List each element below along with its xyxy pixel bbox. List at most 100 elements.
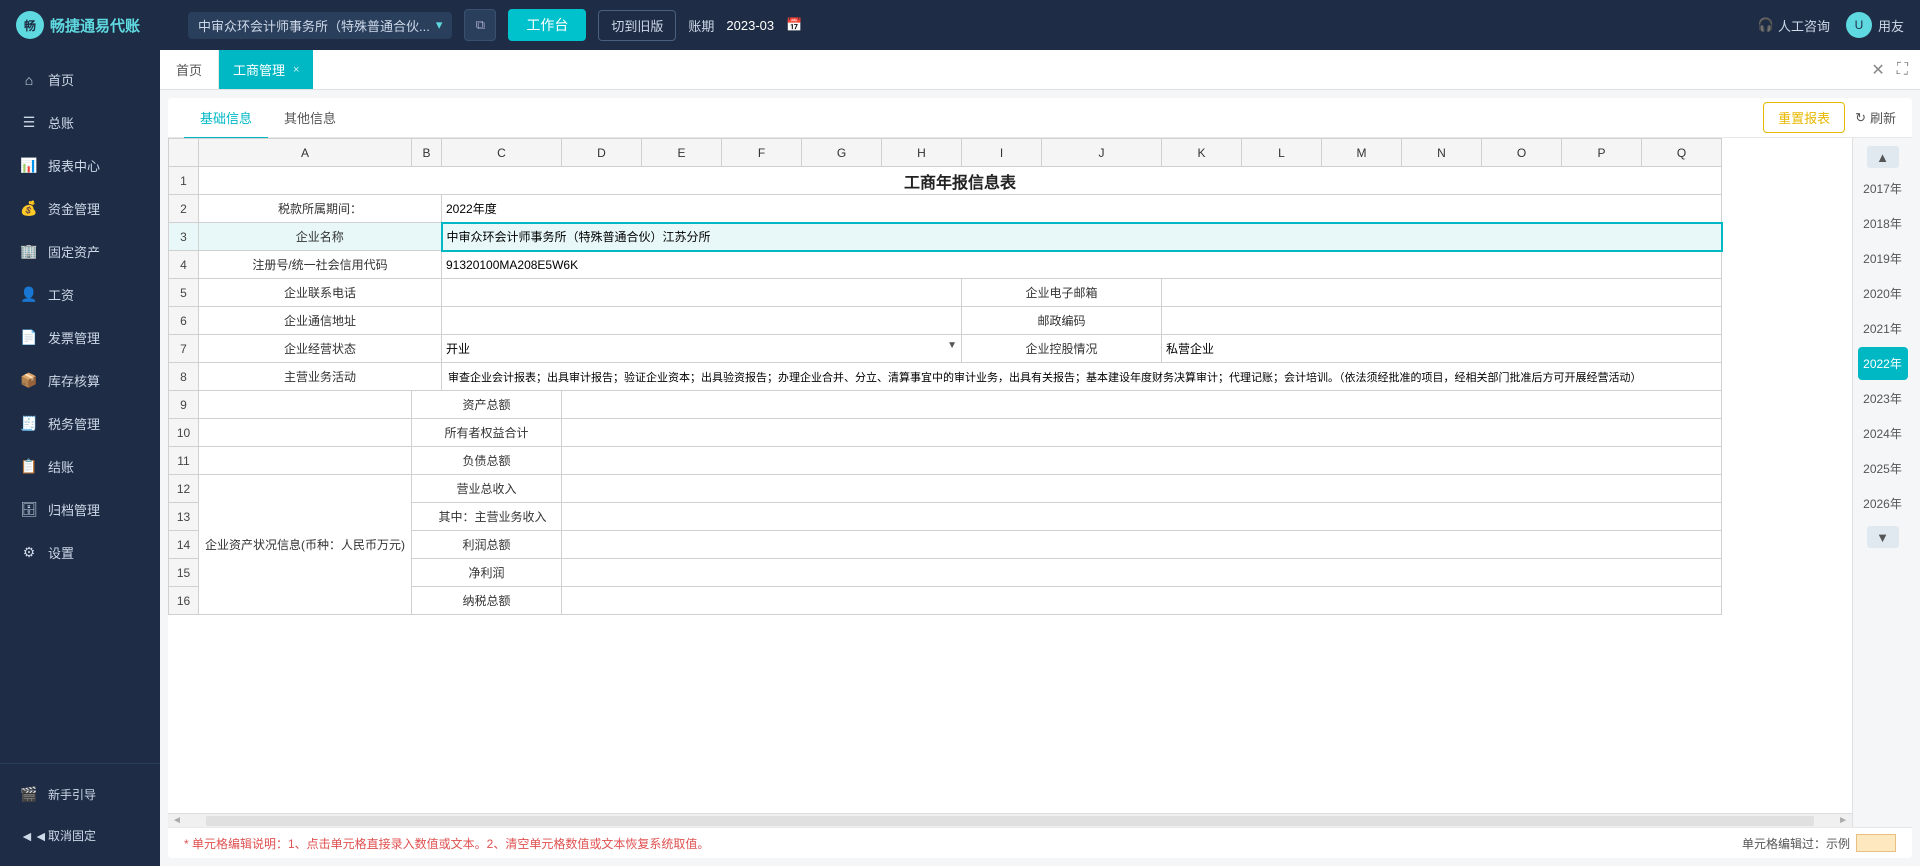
phone-label: 企业联系电话 — [199, 279, 442, 307]
sidebar-label-guide: 新手引导 — [48, 786, 96, 803]
refresh-button[interactable]: ↻ 刷新 — [1855, 108, 1896, 127]
row-num-8: 8 — [169, 363, 199, 391]
col-a[interactable]: A — [199, 139, 412, 167]
total-assets-value[interactable] — [562, 391, 1722, 419]
sidebar-item-ledger[interactable]: ☰ 总账 — [0, 101, 160, 144]
spreadsheet-area: A B C D E F G H I J — [168, 138, 1852, 827]
col-b[interactable]: B — [412, 139, 442, 167]
tab-other-info[interactable]: 其他信息 — [268, 98, 352, 139]
expand-icon[interactable]: ⛶ — [1897, 61, 1908, 79]
col-p[interactable]: P — [1562, 139, 1642, 167]
sidebar-item-reports[interactable]: 📊 报表中心 — [0, 144, 160, 187]
year-2023[interactable]: 2023年 — [1858, 382, 1908, 415]
col-i[interactable]: I — [962, 139, 1042, 167]
col-l[interactable]: L — [1242, 139, 1322, 167]
reset-report-button[interactable]: 重置报表 — [1763, 102, 1845, 133]
year-2025[interactable]: 2025年 — [1858, 452, 1908, 485]
sidebar-item-guide[interactable]: 🎬 新手引导 — [0, 774, 160, 815]
invoice-icon: 📄 — [20, 329, 38, 346]
holding-label: 企业控股情况 — [962, 335, 1162, 363]
tab-close-button[interactable]: × — [293, 64, 299, 76]
tab-home[interactable]: 首页 — [160, 50, 219, 89]
group-cell-9 — [199, 391, 412, 419]
sidebar-item-unpin[interactable]: ◄◄ 取消固定 — [0, 815, 160, 856]
col-g[interactable]: G — [802, 139, 882, 167]
app-name: 畅捷通易代账 — [50, 15, 140, 36]
col-c[interactable]: C — [442, 139, 562, 167]
tab-active[interactable]: 工商管理 × — [219, 50, 313, 89]
horizontal-scrollbar[interactable]: ◄ ► — [168, 813, 1852, 827]
period-value-cell[interactable]: 2022年度 — [442, 195, 1722, 223]
year-2024[interactable]: 2024年 — [1858, 417, 1908, 450]
sidebar-item-close[interactable]: 📋 结账 — [0, 445, 160, 488]
scroll-left-arrow[interactable]: ◄ — [168, 815, 186, 826]
net-profit-value[interactable] — [562, 559, 1722, 587]
email-value[interactable] — [1162, 279, 1722, 307]
service-button[interactable]: 🎧 人工咨询 — [1758, 16, 1830, 35]
phone-value[interactable] — [442, 279, 962, 307]
sidebar-item-home[interactable]: ⌂ 首页 — [0, 58, 160, 101]
old-version-button[interactable]: 切到旧版 — [598, 10, 676, 41]
year-2019[interactable]: 2019年 — [1858, 242, 1908, 275]
total-assets-label: 资产总额 — [412, 391, 562, 419]
copy-button[interactable]: ⧉ — [464, 9, 496, 41]
tab-basic-info[interactable]: 基础信息 — [184, 98, 268, 139]
main-revenue-label: 其中：主营业务收入 — [412, 503, 562, 531]
col-d[interactable]: D — [562, 139, 642, 167]
company-selector[interactable]: 中审众环会计师事务所（特殊普通合伙... ▾ — [188, 12, 452, 39]
col-o[interactable]: O — [1482, 139, 1562, 167]
app-logo: 畅 畅捷通易代账 — [16, 11, 176, 39]
sidebar-item-settings[interactable]: ⚙ 设置 — [0, 531, 160, 574]
year-scroll-down[interactable]: ▼ — [1867, 526, 1899, 548]
group-cell-11 — [199, 447, 412, 475]
col-h[interactable]: H — [882, 139, 962, 167]
spreadsheet-scroll[interactable]: A B C D E F G H I J — [168, 138, 1852, 813]
sidebar-item-finance[interactable]: 💰 资金管理 — [0, 187, 160, 230]
total-revenue-value[interactable] — [562, 475, 1722, 503]
calendar-icon[interactable]: 📅 — [786, 17, 802, 33]
col-e[interactable]: E — [642, 139, 722, 167]
main-biz-value[interactable]: 审查企业会计报表；出具审计报告；验证企业资本；出具验资报告；办理企业合并、分立、… — [442, 363, 1722, 391]
col-n[interactable]: N — [1402, 139, 1482, 167]
zip-value[interactable] — [1162, 307, 1722, 335]
holding-value[interactable]: 私营企业 — [1162, 335, 1722, 363]
col-q[interactable]: Q — [1642, 139, 1722, 167]
year-2017[interactable]: 2017年 — [1858, 172, 1908, 205]
group-cell-10 — [199, 419, 412, 447]
total-tax-value[interactable] — [562, 587, 1722, 615]
year-2018[interactable]: 2018年 — [1858, 207, 1908, 240]
sidebar-scroll: ⌂ 首页 ☰ 总账 📊 报表中心 💰 资金管理 🏢 固定资产 👤 工资 — [0, 58, 160, 763]
biz-status-value[interactable]: 开业 ▼ — [442, 335, 962, 363]
workbench-button[interactable]: 工作台 — [508, 9, 586, 41]
sidebar-item-inventory[interactable]: 📦 库存核算 — [0, 359, 160, 402]
company-name-value[interactable]: 中审众环会计师事务所（特殊普通合伙）江苏分所 — [442, 223, 1722, 251]
close-icon[interactable]: ✕ — [1871, 60, 1884, 80]
liabilities-value[interactable] — [562, 447, 1722, 475]
user-menu[interactable]: U 用友 — [1846, 12, 1904, 38]
col-j[interactable]: J — [1042, 139, 1162, 167]
col-m[interactable]: M — [1322, 139, 1402, 167]
sidebar-item-salary[interactable]: 👤 工资 — [0, 273, 160, 316]
sidebar-item-tax[interactable]: 🧾 税务管理 — [0, 402, 160, 445]
address-value[interactable] — [442, 307, 962, 335]
scroll-track[interactable] — [206, 816, 1814, 826]
year-2026[interactable]: 2026年 — [1858, 487, 1908, 520]
col-k[interactable]: K — [1162, 139, 1242, 167]
sidebar-item-invoice[interactable]: 📄 发票管理 — [0, 316, 160, 359]
year-scroll-up[interactable]: ▲ — [1867, 146, 1899, 168]
reg-no-value[interactable]: 91320100MA208E5W6K — [442, 251, 1722, 279]
year-2022[interactable]: 2022年 — [1858, 347, 1908, 380]
sidebar-item-assets[interactable]: 🏢 固定资产 — [0, 230, 160, 273]
col-f[interactable]: F — [722, 139, 802, 167]
sidebar-bottom: 🎬 新手引导 ◄◄ 取消固定 — [0, 763, 160, 866]
scroll-right-arrow[interactable]: ► — [1834, 815, 1852, 826]
equity-value[interactable] — [562, 419, 1722, 447]
main-revenue-value[interactable] — [562, 503, 1722, 531]
year-2021[interactable]: 2021年 — [1858, 312, 1908, 345]
sidebar-label-settings: 设置 — [48, 543, 74, 562]
total-profit-value[interactable] — [562, 531, 1722, 559]
company-name: 中审众环会计师事务所（特殊普通合伙... — [198, 16, 430, 35]
sidebar-item-archive[interactable]: 🗄 归档管理 — [0, 488, 160, 531]
year-2020[interactable]: 2020年 — [1858, 277, 1908, 310]
sidebar-label-archive: 归档管理 — [48, 500, 100, 519]
